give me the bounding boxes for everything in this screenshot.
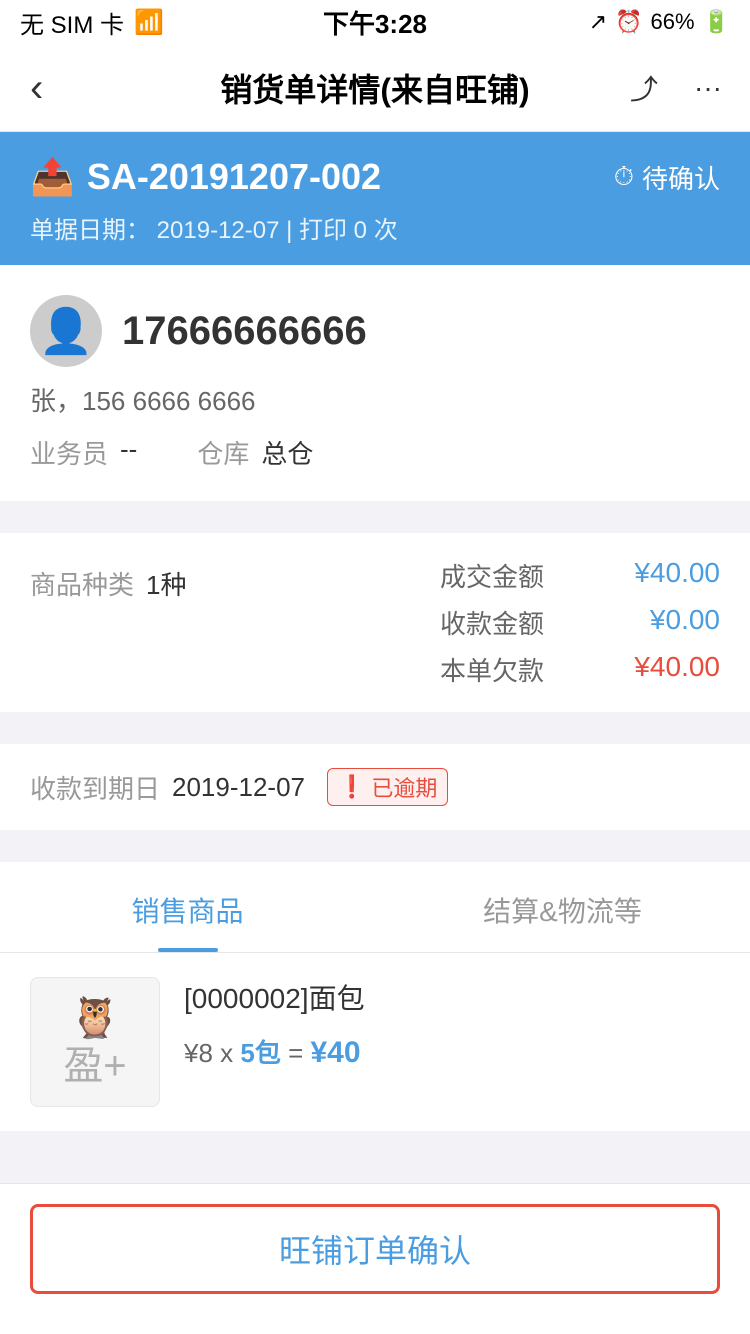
customer-row: 👤 17666666666 — [30, 295, 720, 367]
order-icon: 📤 — [30, 156, 75, 198]
warehouse-label: 仓库 — [197, 434, 249, 471]
salesperson-item: 业务员 -- — [30, 434, 137, 471]
logo-line1: 🦉 — [63, 994, 126, 1042]
order-header-top: 📤 SA-20191207-002 ⏱ 待确认 — [30, 156, 720, 198]
carrier-label: 无 SIM 卡 — [20, 5, 124, 40]
product-item: 🦉 盈+ [0000002]面包 ¥8 x 5包 = ¥40 — [0, 953, 750, 1131]
order-date-label: 单据日期： — [30, 217, 150, 244]
bottom-bar: 旺铺订单确认 — [0, 1183, 750, 1334]
product-types-label: 商品种类 — [30, 565, 134, 602]
equals-text: = — [288, 1038, 310, 1068]
product-thumbnail: 🦉 盈+ — [30, 977, 160, 1107]
status-time: 下午3:28 — [323, 4, 427, 41]
salesperson-label: 业务员 — [30, 434, 108, 471]
overdue-badge: ❗ 已逾期 — [327, 768, 448, 806]
product-price-row: ¥8 x 5包 = ¥40 — [184, 1033, 720, 1070]
alarm-icon: ⏰ — [615, 9, 642, 35]
battery-icon: 🔋 — [703, 9, 730, 35]
summary-section: 商品种类 1种 成交金额 ¥40.00 收款金额 ¥0.00 本单欠款 ¥40.… — [0, 533, 750, 712]
status-clock-icon: ⏱ — [614, 161, 634, 193]
total-price: ¥40 — [311, 1036, 361, 1069]
received-value: ¥0.00 — [650, 604, 720, 641]
customer-phone: 17666666666 — [122, 309, 367, 354]
warehouse-item: 仓库 总仓 — [197, 434, 313, 471]
product-info: [0000002]面包 ¥8 x 5包 = ¥40 — [184, 977, 720, 1070]
tab-settlement-logistics-label: 结算&物流等 — [483, 896, 642, 927]
customer-details: 业务员 -- 仓库 总仓 — [30, 434, 720, 471]
order-status: ⏱ 待确认 — [614, 159, 720, 196]
nav-bar: ‹ 销货单详情(来自旺铺) ⤴ ··· — [0, 44, 750, 132]
tabs-section: 销售商品 结算&物流等 🦉 盈+ [0000002]面包 ¥8 x 5包 = ¥… — [0, 862, 750, 1131]
nav-actions: ⤴ ··· — [622, 60, 730, 116]
logo-line2: 盈+ — [63, 1042, 126, 1090]
owing-label: 本单欠款 — [440, 651, 544, 688]
tab-sales-products-label: 销售商品 — [131, 896, 243, 927]
status-left: 无 SIM 卡 📶 — [20, 5, 164, 40]
owing-value: ¥40.00 — [634, 651, 720, 688]
received-line: 收款金额 ¥0.00 — [440, 604, 720, 641]
status-bar: 无 SIM 卡 📶 下午3:28 ↗ ⏰ 66% 🔋 — [0, 0, 750, 44]
back-button[interactable]: ‹ — [20, 58, 53, 118]
more-button[interactable]: ··· — [686, 64, 730, 112]
overdue-text: 已逾期 — [371, 771, 437, 803]
product-name: [0000002]面包 — [184, 977, 720, 1017]
customer-name: 张，156 6666 6666 — [30, 381, 720, 418]
quantity-text: 5包 — [240, 1038, 280, 1068]
amount-value: ¥40.00 — [634, 557, 720, 594]
tabs-row: 销售商品 结算&物流等 — [0, 862, 750, 953]
amount-line: 成交金额 ¥40.00 — [440, 557, 720, 594]
page-title: 销货单详情(来自旺铺) — [220, 65, 529, 111]
overdue-icon: ❗ — [338, 774, 365, 800]
order-header-banner: 📤 SA-20191207-002 ⏱ 待确认 单据日期： 2019-12-07… — [0, 132, 750, 265]
gps-icon: ↗ — [589, 9, 607, 35]
due-date-value: 2019-12-07 — [172, 772, 305, 803]
wifi-icon: 📶 — [134, 8, 164, 37]
due-date-section: 收款到期日 2019-12-07 ❗ 已逾期 — [0, 744, 750, 830]
product-thumb-logo: 🦉 盈+ — [63, 994, 126, 1090]
share-button[interactable]: ⤴ — [622, 60, 666, 116]
order-date-value: 2019-12-07 — [157, 217, 280, 244]
status-right: ↗ ⏰ 66% 🔋 — [589, 9, 730, 35]
avatar-icon: 👤 — [39, 305, 94, 357]
product-types-value: 1种 — [146, 565, 186, 602]
confirm-order-button[interactable]: 旺铺订单确认 — [30, 1204, 720, 1294]
tab-sales-products[interactable]: 销售商品 — [0, 862, 375, 952]
due-date-label: 收款到期日 — [30, 769, 160, 806]
price-text: ¥8 x — [184, 1038, 240, 1068]
tab-settlement-logistics[interactable]: 结算&物流等 — [375, 862, 750, 952]
salesperson-value: -- — [120, 434, 137, 471]
customer-section: 👤 17666666666 张，156 6666 6666 业务员 -- 仓库 … — [0, 265, 750, 501]
order-date: 单据日期： 2019-12-07 | 打印 0 次 — [30, 210, 720, 245]
divider-2 — [0, 728, 750, 744]
amount-label: 成交金额 — [440, 557, 544, 594]
order-id: 📤 SA-20191207-002 — [30, 156, 381, 198]
order-id-text: SA-20191207-002 — [87, 156, 381, 198]
warehouse-value: 总仓 — [261, 434, 313, 471]
avatar: 👤 — [30, 295, 102, 367]
summary-row: 商品种类 1种 成交金额 ¥40.00 收款金额 ¥0.00 本单欠款 ¥40.… — [30, 557, 720, 688]
divider-3 — [0, 846, 750, 862]
status-text: 待确认 — [642, 159, 720, 196]
order-print-info: | 打印 0 次 — [286, 217, 398, 244]
owing-line: 本单欠款 ¥40.00 — [440, 651, 720, 688]
battery-label: 66% — [651, 9, 695, 35]
divider-1 — [0, 517, 750, 533]
amounts-summary: 成交金额 ¥40.00 收款金额 ¥0.00 本单欠款 ¥40.00 — [440, 557, 720, 688]
received-label: 收款金额 — [440, 604, 544, 641]
product-types: 商品种类 1种 — [30, 557, 186, 602]
